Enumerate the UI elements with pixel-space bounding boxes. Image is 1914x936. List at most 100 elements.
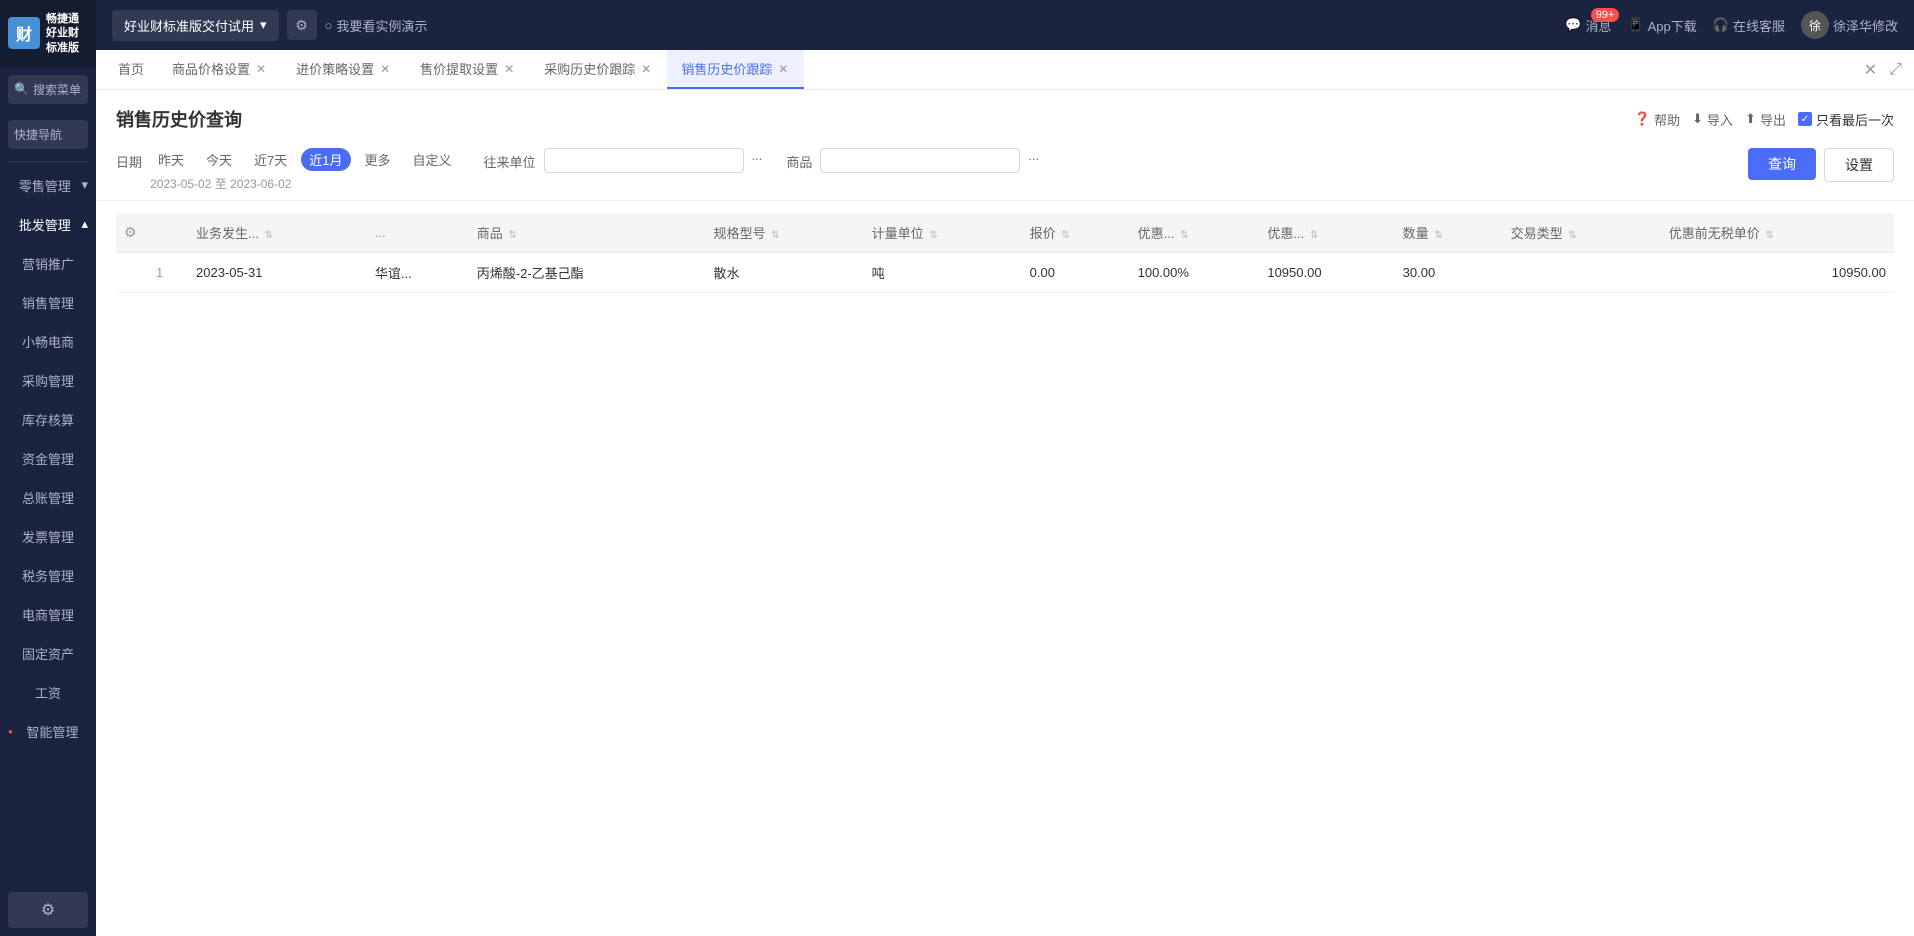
sidebar-item-ecommerce-small[interactable]: 小畅电商 xyxy=(0,322,96,361)
row-quantity-cell: 30.00 xyxy=(1395,253,1503,293)
sidebar-item-purchase[interactable]: 采购管理 xyxy=(0,361,96,400)
date-last7[interactable]: 近7天 xyxy=(246,148,295,171)
query-button[interactable]: 查询 xyxy=(1748,148,1816,180)
demo-link[interactable]: ○ 我要看实例演示 xyxy=(325,16,428,35)
product-selector[interactable]: 好业财标准版交付试用 ▾ xyxy=(112,10,279,41)
sidebar-item-retail[interactable]: 零售管理 ▾ xyxy=(0,166,96,205)
messages-button[interactable]: 💬 消息 99+ xyxy=(1565,16,1611,35)
import-link[interactable]: ⬇ 导入 xyxy=(1692,110,1733,129)
col-more-button[interactable]: ... xyxy=(375,225,386,240)
sidebar-bottom: ⚙ xyxy=(0,884,96,936)
main-area: 好业财标准版交付试用 ▾ ⚙ ○ 我要看实例演示 💬 消息 99+ 📱 App下… xyxy=(96,0,1914,936)
tab-price-settings[interactable]: 商品价格设置 ✕ xyxy=(158,50,282,89)
page-header: 销售历史价查询 ❓ 帮助 ⬇ 导入 ⬆ 导出 ✓ 只看最后一次 xyxy=(96,90,1914,140)
sidebar-item-tax[interactable]: 税务管理 xyxy=(0,556,96,595)
topbar-left: 好业财标准版交付试用 ▾ ⚙ ○ 我要看实例演示 xyxy=(112,10,427,41)
user-menu[interactable]: 徐 徐泽华修改 xyxy=(1801,11,1898,39)
sort-price-icon[interactable]: ⇅ xyxy=(1061,230,1069,241)
row-spec-cell: 散水 xyxy=(706,253,864,293)
tab-close-all-button[interactable]: ✕ xyxy=(1860,56,1881,84)
product-more-button[interactable]: ... xyxy=(1028,148,1039,163)
col-unit: 计量单位 ⇅ xyxy=(864,213,1022,253)
demo-icon: ○ xyxy=(325,18,333,33)
sidebar-item-assets[interactable]: 固定资产 xyxy=(0,634,96,673)
logo-text: 畅捷通好业财 标准版 xyxy=(46,12,88,55)
content-area: 销售历史价查询 ❓ 帮助 ⬇ 导入 ⬆ 导出 ✓ 只看最后一次 xyxy=(96,90,1914,936)
product-input[interactable] xyxy=(820,148,1020,173)
sort-pretax-icon[interactable]: ⇅ xyxy=(1765,230,1773,241)
tab-purchase-history[interactable]: 采购历史价跟踪 ✕ xyxy=(530,50,667,89)
online-service-button[interactable]: 🎧 在线客服 xyxy=(1713,16,1785,35)
row-date-cell: 2023-05-31 xyxy=(188,253,367,293)
partner-input[interactable] xyxy=(544,148,744,173)
date-custom[interactable]: 自定义 xyxy=(405,148,460,171)
row-unit-cell: 吨 xyxy=(864,253,1022,293)
export-link[interactable]: ⬆ 导出 xyxy=(1745,110,1786,129)
app-logo: 财 畅捷通好业财 标准版 xyxy=(0,0,96,67)
tab-close-purchase-history[interactable]: ✕ xyxy=(639,63,653,75)
row-discount1-cell: 100.00% xyxy=(1130,253,1260,293)
sidebar-item-ledger[interactable]: 总账管理 xyxy=(0,478,96,517)
tab-close-sale-extract[interactable]: ✕ xyxy=(502,63,516,75)
only-last-checkbox[interactable]: ✓ 只看最后一次 xyxy=(1798,110,1894,129)
tab-sales-history[interactable]: 销售历史价跟踪 ✕ xyxy=(667,50,804,89)
topbar-settings-button[interactable]: ⚙ xyxy=(287,10,317,40)
sort-trade-type-icon[interactable]: ⇅ xyxy=(1568,230,1576,241)
filter-bar: 日期 昨天 今天 近7天 近1月 更多 自定义 2023-05-02 至 202… xyxy=(96,140,1914,201)
app-download-button[interactable]: 📱 App下载 xyxy=(1627,16,1696,35)
settings-button[interactable]: 设置 xyxy=(1824,148,1894,182)
table-header-row: ⚙ 业务发生... ⇅ ... 商品 ⇅ xyxy=(116,213,1894,253)
sidebar-item-marketing[interactable]: 营销推广 xyxy=(0,244,96,283)
search-menu-button[interactable]: 🔍 搜索菜单 xyxy=(8,75,88,104)
sidebar-item-finance[interactable]: 资金管理 xyxy=(0,439,96,478)
table-container: ⚙ 业务发生... ⇅ ... 商品 ⇅ xyxy=(96,201,1914,305)
tab-close-sales-history[interactable]: ✕ xyxy=(776,63,790,75)
sidebar-item-invoice[interactable]: 发票管理 xyxy=(0,517,96,556)
logo-icon: 财 xyxy=(8,17,40,49)
tab-close-purchase-strategy[interactable]: ✕ xyxy=(378,63,392,75)
tab-sale-extract[interactable]: 售价提取设置 ✕ xyxy=(406,50,530,89)
sidebar-item-ecommerce[interactable]: 电商管理 xyxy=(0,595,96,634)
date-filter-group: 日期 昨天 今天 近7天 近1月 更多 自定义 2023-05-02 至 202… xyxy=(116,148,460,192)
date-today[interactable]: 今天 xyxy=(198,148,240,171)
sort-discount2-icon[interactable]: ⇅ xyxy=(1310,230,1318,241)
partner-label: 往来单位 xyxy=(484,148,536,171)
date-yesterday[interactable]: 昨天 xyxy=(150,148,192,171)
partner-more-button[interactable]: ... xyxy=(752,148,763,163)
date-last-month[interactable]: 近1月 xyxy=(301,148,350,171)
tab-expand-button[interactable]: ⤢ xyxy=(1885,56,1906,84)
sidebar-item-inventory[interactable]: 库存核算 xyxy=(0,400,96,439)
date-more[interactable]: 更多 xyxy=(357,148,399,171)
sort-product-icon[interactable]: ⇅ xyxy=(508,230,516,241)
col-date: 业务发生... ⇅ xyxy=(188,213,367,253)
help-link[interactable]: ❓ 帮助 xyxy=(1634,110,1680,129)
row-more-cell: 华谊... xyxy=(367,253,469,293)
quick-nav-button[interactable]: 快捷导航 xyxy=(8,120,88,149)
sidebar-item-wholesale[interactable]: 批发管理 ▴ xyxy=(0,205,96,244)
tab-purchase-strategy[interactable]: 进价策略设置 ✕ xyxy=(282,50,406,89)
col-pretax-price: 优惠前无税单价 ⇅ xyxy=(1661,213,1894,253)
sidebar-item-payroll[interactable]: 工资 xyxy=(0,673,96,712)
column-settings-icon[interactable]: ⚙ xyxy=(124,224,137,240)
date-range-text: 2023-05-02 至 2023-06-02 xyxy=(150,175,460,192)
sort-quantity-icon[interactable]: ⇅ xyxy=(1434,230,1442,241)
messages-badge: 99+ xyxy=(1591,8,1620,22)
message-icon: 💬 xyxy=(1565,17,1581,33)
sort-unit-icon[interactable]: ⇅ xyxy=(929,230,937,241)
partner-filter-group: 往来单位 ... xyxy=(484,148,763,173)
sidebar-item-smart[interactable]: 智能管理 xyxy=(0,712,96,751)
sort-spec-icon[interactable]: ⇅ xyxy=(771,230,779,241)
row-discount2-cell: 10950.00 xyxy=(1259,253,1394,293)
row-product-cell: 丙烯酸-2-乙基己酯 xyxy=(469,253,706,293)
quick-nav-container: 快捷导航 xyxy=(0,112,96,157)
col-price: 报价 ⇅ xyxy=(1022,213,1130,253)
chevron-up-icon: ▴ xyxy=(81,216,88,232)
sidebar-settings-button[interactable]: ⚙ xyxy=(8,892,88,928)
tab-close-price-settings[interactable]: ✕ xyxy=(254,63,268,75)
tab-home[interactable]: 首页 xyxy=(104,50,158,89)
sort-date-icon[interactable]: ⇅ xyxy=(264,230,272,241)
data-table: ⚙ 业务发生... ⇅ ... 商品 ⇅ xyxy=(116,213,1894,293)
phone-icon: 📱 xyxy=(1627,17,1643,33)
sort-discount1-icon[interactable]: ⇅ xyxy=(1180,230,1188,241)
sidebar-item-sales[interactable]: 销售管理 xyxy=(0,283,96,322)
